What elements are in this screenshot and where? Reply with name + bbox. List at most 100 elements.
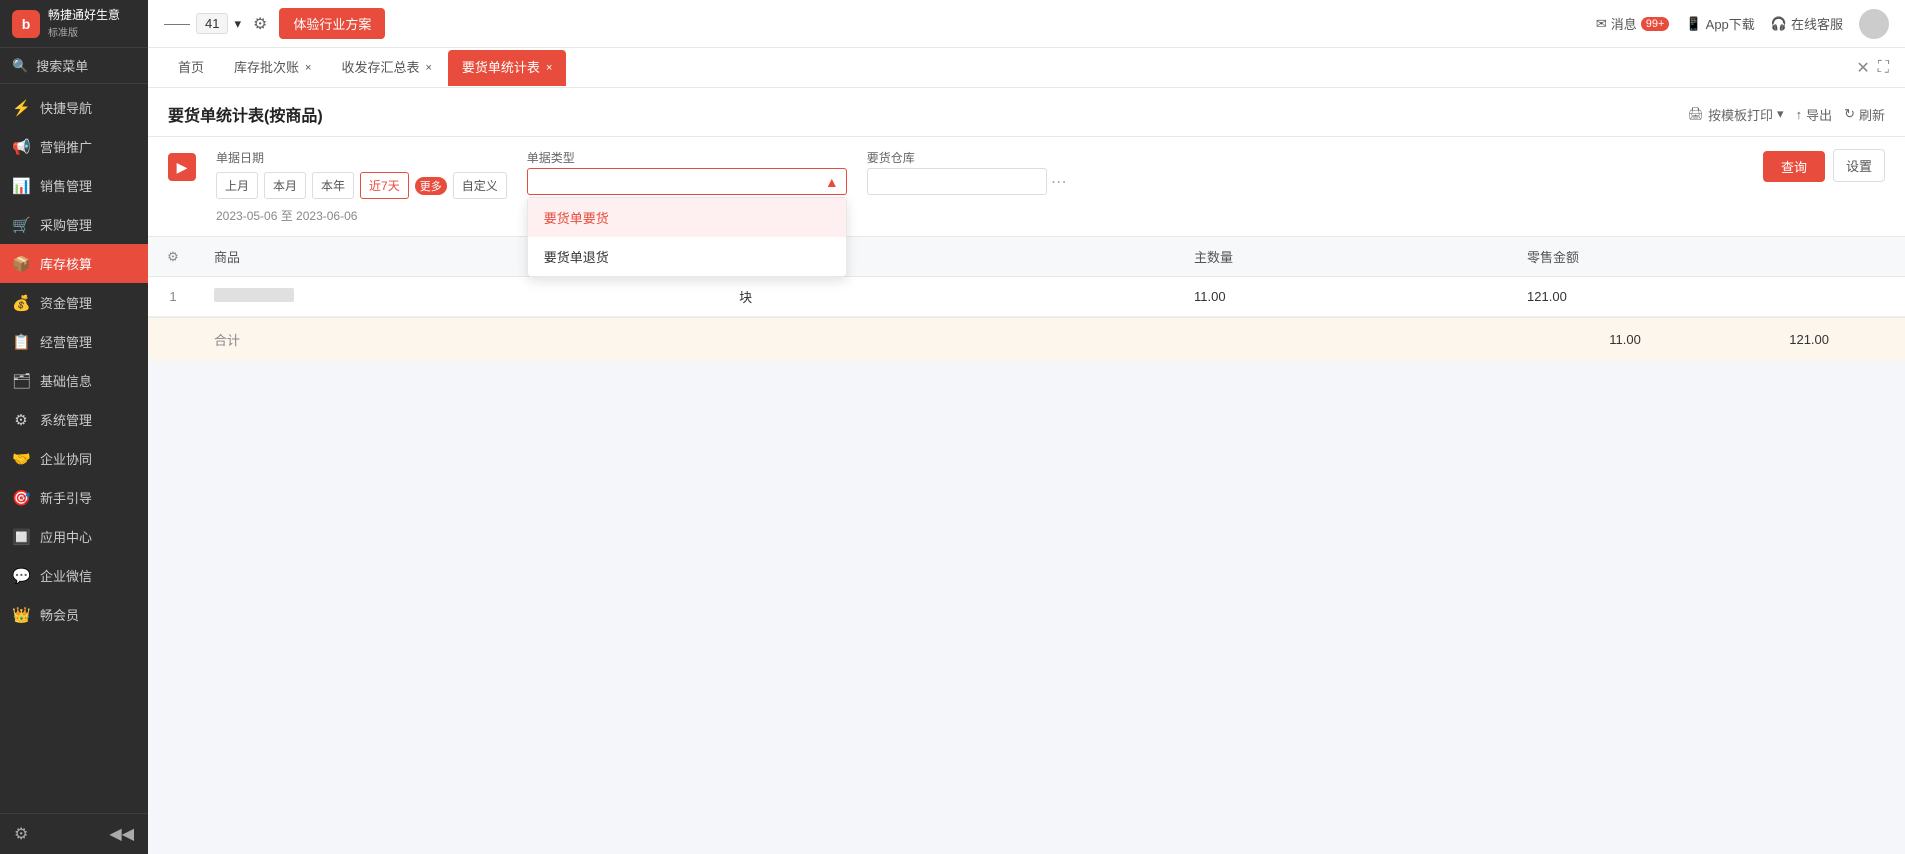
filter-expand-button[interactable]: ▶: [168, 153, 196, 181]
cell-index: 1: [148, 277, 198, 317]
cell-quantity: 11.00: [1178, 277, 1511, 317]
search-menu-label: 搜索菜单: [36, 56, 88, 75]
sidebar-item-finance[interactable]: 💰 资金管理: [0, 283, 148, 322]
sidebar-item-operations[interactable]: 📋 经营管理: [0, 322, 148, 361]
tabbar: 首页 库存批次账 × 收发存汇总表 × 要货单统计表 × ✕ ⛶: [148, 48, 1905, 88]
warehouse-filter-label: 要货仓库: [867, 149, 1067, 166]
store-number: 41: [196, 13, 228, 34]
store-selector[interactable]: —— 41 ▾: [164, 13, 241, 34]
warehouse-filter-input[interactable]: [867, 168, 1047, 195]
online-service-item[interactable]: 🎧 在线客服: [1771, 14, 1843, 33]
type-dropdown: 要货单要货 要货单退货: [527, 197, 847, 277]
more-badge[interactable]: 更多: [415, 177, 447, 195]
export-icon: ↑: [1796, 107, 1803, 122]
query-button[interactable]: 查询: [1763, 151, 1825, 182]
tab-inventory-batch[interactable]: 库存批次账 ×: [220, 50, 325, 86]
date-custom-btn[interactable]: 自定义: [453, 172, 507, 199]
dropdown-item-order-return[interactable]: 要货单退货: [528, 237, 846, 276]
sidebar-item-system[interactable]: ⚙ 系统管理: [0, 400, 148, 439]
logo-icon: b: [12, 10, 40, 38]
sidebar-nav: ⚡ 快捷导航 📢 营销推广 📊 销售管理 🛒 采购管理 📦 库存核算 💰 资金管…: [0, 84, 148, 813]
search-icon: 🔍: [12, 58, 28, 74]
store-dropdown-icon: ▾: [234, 16, 241, 32]
footer-label: 合计: [164, 330, 240, 349]
refresh-label: 刷新: [1859, 105, 1885, 124]
tab-inventory-batch-label: 库存批次账: [234, 50, 299, 86]
system-icon: ⚙: [12, 411, 30, 429]
filter-settings-button[interactable]: 设置: [1833, 149, 1885, 182]
tab-inventory-batch-close[interactable]: ×: [305, 50, 311, 86]
sidebar-item-basic-info[interactable]: 🗂 基础信息: [0, 361, 148, 400]
sidebar-item-enterprise-wechat[interactable]: 💬 企业微信: [0, 556, 148, 595]
tab-close-all-button[interactable]: ✕: [1856, 58, 1869, 78]
refresh-button[interactable]: ↻ 刷新: [1844, 105, 1885, 124]
sidebar-item-vip[interactable]: 👑 畅会员: [0, 595, 148, 634]
main-area: —— 41 ▾ ⚙ 体验行业方案 ✉ 消息 99+ 📱 App下载 🎧 在线客服: [148, 0, 1905, 854]
guide-icon: 🎯: [12, 489, 30, 507]
type-filter-label: 单据类型: [527, 149, 847, 166]
type-dropdown-arrow[interactable]: ▲: [825, 174, 839, 190]
sidebar-item-quick-nav[interactable]: ⚡ 快捷导航: [0, 88, 148, 127]
table-header-row: ⚙ 商品 主计量单位 主数量 零售金额: [148, 237, 1905, 277]
content-area: 要货单统计表(按商品) 🖨 按模板打印 ▾ ↑ 导出 ↻ 刷新 ▶: [148, 88, 1905, 854]
footer-amount: 121.00: [1789, 332, 1829, 347]
app-center-icon: 🔲: [12, 528, 30, 546]
inventory-icon: 📦: [12, 255, 30, 273]
trial-button[interactable]: 体验行业方案: [279, 8, 385, 39]
date-this-month-btn[interactable]: 本月: [264, 172, 306, 199]
finance-icon: 💰: [12, 294, 30, 312]
app-download-item[interactable]: 📱 App下载: [1685, 14, 1754, 33]
search-menu[interactable]: 🔍 搜索菜单: [0, 48, 148, 84]
cooperation-icon: 🤝: [12, 450, 30, 468]
sidebar-item-purchase[interactable]: 🛒 采购管理: [0, 205, 148, 244]
sidebar-item-label: 快捷导航: [40, 98, 92, 117]
page-header: 要货单统计表(按商品) 🖨 按模板打印 ▾ ↑ 导出 ↻ 刷新: [148, 88, 1905, 137]
tab-home[interactable]: 首页: [164, 50, 218, 86]
table-wrap: ⚙ 商品 主计量单位 主数量 零售金额 1 块: [148, 237, 1905, 317]
sidebar-item-marketing[interactable]: 📢 营销推广: [0, 127, 148, 166]
warehouse-more-icon[interactable]: ⋯: [1051, 172, 1067, 192]
user-avatar[interactable]: [1859, 9, 1889, 39]
sidebar-item-app-center[interactable]: 🔲 应用中心: [0, 517, 148, 556]
sidebar-item-sales[interactable]: 📊 销售管理: [0, 166, 148, 205]
tab-expand-button[interactable]: ⛶: [1878, 59, 1889, 77]
sidebar-item-guide[interactable]: 🎯 新手引导: [0, 478, 148, 517]
type-filter-input[interactable]: [527, 168, 847, 195]
online-service-icon: 🎧: [1771, 16, 1787, 32]
export-button[interactable]: ↑ 导出: [1796, 105, 1833, 124]
settings-icon[interactable]: ⚙: [14, 824, 28, 844]
app-download-icon: 📱: [1685, 16, 1701, 32]
col-header-quantity: 主数量: [1178, 237, 1511, 277]
tab-collect-summary[interactable]: 收发存汇总表 ×: [327, 50, 445, 86]
sidebar-item-label: 资金管理: [40, 293, 92, 312]
type-input-wrap: ▲: [527, 168, 847, 195]
date-this-year-btn[interactable]: 本年: [312, 172, 354, 199]
date-filter-group: 单据日期 上月 本月 本年 近7天 更多 自定义 2023-05-06 至 20…: [216, 149, 507, 224]
print-button[interactable]: 🖨 按模板打印 ▾: [1688, 105, 1784, 124]
filter-bar: ▶ 单据日期 上月 本月 本年 近7天 更多 自定义 2023-05-06 至 …: [148, 137, 1905, 237]
table-settings-icon[interactable]: ⚙: [167, 249, 179, 264]
sidebar-item-inventory[interactable]: 📦 库存核算: [0, 244, 148, 283]
notification-item[interactable]: ✉ 消息 99+: [1596, 14, 1670, 33]
warehouse-input-wrap: ⋯: [867, 168, 1067, 195]
topbar-settings-icon[interactable]: ⚙: [253, 14, 267, 34]
collapse-icon[interactable]: ◀◀: [109, 824, 134, 844]
print-icon: 🖨: [1688, 106, 1705, 122]
date-range-display: 2023-05-06 至 2023-06-06: [216, 207, 507, 224]
date-filter-row: 上月 本月 本年 近7天 更多 自定义: [216, 172, 507, 199]
sidebar-item-label: 新手引导: [40, 488, 92, 507]
sidebar-item-cooperation[interactable]: 🤝 企业协同: [0, 439, 148, 478]
data-table: ⚙ 商品 主计量单位 主数量 零售金额 1 块: [148, 237, 1905, 317]
sales-icon: 📊: [12, 177, 30, 195]
sidebar-item-label: 经营管理: [40, 332, 92, 351]
tab-collect-summary-close[interactable]: ×: [425, 50, 431, 86]
date-last-month-btn[interactable]: 上月: [216, 172, 258, 199]
tab-order-summary-close[interactable]: ×: [546, 50, 552, 86]
marketing-icon: 📢: [12, 138, 30, 156]
tab-order-summary[interactable]: 要货单统计表 ×: [448, 50, 566, 86]
cell-goods: [198, 277, 723, 317]
tab-home-label: 首页: [178, 50, 204, 86]
type-filter-group: 单据类型 ▲ 要货单要货 要货单退货: [527, 149, 847, 195]
dropdown-item-order-goods[interactable]: 要货单要货: [528, 198, 846, 237]
date-last-7days-btn[interactable]: 近7天: [360, 172, 409, 199]
